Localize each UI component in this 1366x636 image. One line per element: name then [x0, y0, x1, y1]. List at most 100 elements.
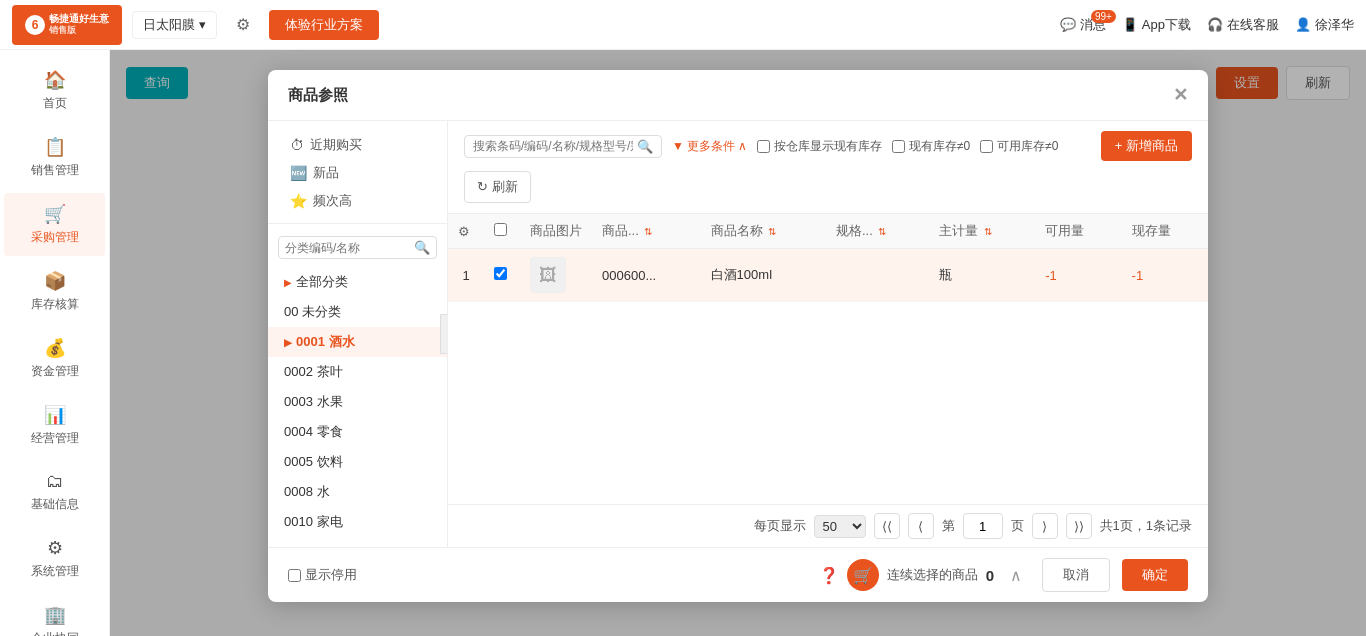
category-item-0002[interactable]: 0002 茶叶 [268, 357, 447, 387]
refresh-product-btn[interactable]: ↻ 刷新 [464, 171, 531, 203]
sidebar-item-system[interactable]: ⚙ 系统管理 [4, 527, 105, 590]
cart-label: 连续选择的商品 [887, 566, 978, 584]
page-input[interactable] [963, 513, 1003, 539]
page-size-label: 每页显示 [754, 517, 806, 535]
trial-btn[interactable]: 体验行业方案 [269, 10, 379, 40]
dropdown-label: 日太阳膜 [143, 16, 195, 34]
page-next-btn[interactable]: ⟩ [1032, 513, 1058, 539]
business-icon: 📊 [44, 404, 66, 426]
expand-up-icon[interactable]: ∧ [1002, 561, 1030, 589]
chevron-down-icon: ▾ [199, 17, 206, 32]
category-item-all[interactable]: ▶ 全部分类 [268, 267, 447, 297]
category-item-0005[interactable]: 0005 饮料 [268, 447, 447, 477]
sidebar-item-basic[interactable]: 🗂 基础信息 [4, 461, 105, 523]
sidebar-item-home[interactable]: 🏠 首页 [4, 59, 105, 122]
sidebar-item-enterprise[interactable]: 🏢 企业协同 [4, 594, 105, 636]
message-icon: 💬 [1060, 17, 1076, 32]
th-spec[interactable]: 规格... ⇅ [826, 214, 929, 249]
cancel-btn[interactable]: 取消 [1042, 558, 1110, 592]
filter-more-btn[interactable]: ▼ 更多条件 ∧ [672, 138, 747, 155]
cell-stock: -1 [1122, 249, 1208, 302]
sidebar-item-finance[interactable]: 💰 资金管理 [4, 327, 105, 390]
checkbox-by-warehouse-label: 按仓库显示现有库存 [774, 138, 882, 155]
confirm-btn[interactable]: 确定 [1122, 559, 1188, 591]
app-label: App下载 [1142, 16, 1191, 34]
checkbox-stock-nonzero-wrap[interactable]: 现有库存≠0 [892, 138, 970, 155]
category-item-0001[interactable]: ▶ 0001 酒水 [268, 327, 447, 357]
category-search-input[interactable] [285, 241, 410, 255]
nav-dropdown[interactable]: 日太阳膜 ▾ [132, 11, 217, 39]
left-divider [268, 223, 447, 224]
filter-icon: ▼ [672, 139, 684, 153]
topnav: 6 畅捷通好生意 销售版 日太阳膜 ▾ ⚙ 体验行业方案 💬 消息 99+ 📱 … [0, 0, 1366, 50]
modal-close-btn[interactable]: ✕ [1173, 84, 1188, 106]
checkbox-usable-nonzero-wrap[interactable]: 可用库存≠0 [980, 138, 1058, 155]
search-submit-icon[interactable]: 🔍 [637, 139, 653, 154]
sort-spec-icon: ⇅ [878, 226, 886, 237]
product-search-input[interactable] [473, 139, 633, 153]
checkbox-by-warehouse-wrap[interactable]: 按仓库显示现有库存 [757, 138, 882, 155]
category-label-0008: 0008 水 [284, 483, 330, 501]
product-search-wrap: 🔍 [464, 135, 662, 158]
checkbox-usable-nonzero[interactable] [980, 140, 993, 153]
show-disabled-wrap[interactable]: 显示停用 [288, 566, 357, 584]
select-all-checkbox[interactable] [494, 223, 507, 236]
sidebar-label-sales: 销售管理 [31, 162, 79, 179]
page-prev-btn[interactable]: ⟨ [908, 513, 934, 539]
category-item-0008[interactable]: 0008 水 [268, 477, 447, 507]
star-icon: ⭐ [290, 193, 307, 209]
sidebar-item-inventory[interactable]: 📦 库存核算 [4, 260, 105, 323]
category-item-0003[interactable]: 0003 水果 [268, 387, 447, 417]
table-row[interactable]: 1 🖼 [448, 249, 1208, 302]
cart-icon-btn[interactable]: 🛒 [847, 559, 879, 591]
sidebar-label-enterprise: 企业协同 [31, 630, 79, 636]
category-list: ▶ 全部分类 00 未分类 ▶ 0001 酒水 0002 茶 [268, 267, 447, 537]
th-usable-label: 可用量 [1045, 223, 1084, 238]
cell-spec [826, 249, 929, 302]
checkbox-by-warehouse[interactable] [757, 140, 770, 153]
category-label-0002: 0002 茶叶 [284, 363, 343, 381]
show-disabled-checkbox[interactable] [288, 569, 301, 582]
checkbox-stock-nonzero[interactable] [892, 140, 905, 153]
system-icon: ⚙ [47, 537, 63, 559]
category-item-0004[interactable]: 0004 零食 [268, 417, 447, 447]
cell-num: 1 [448, 249, 484, 302]
collapse-left-panel-btn[interactable]: 《 [440, 314, 448, 354]
nav-user[interactable]: 👤 徐泽华 [1295, 16, 1354, 34]
th-spec-label: 规格... [836, 223, 873, 238]
sidebar-label-basic: 基础信息 [31, 496, 79, 513]
page-last-btn[interactable]: ⟩⟩ [1066, 513, 1092, 539]
page-first-btn[interactable]: ⟨⟨ [874, 513, 900, 539]
category-label-0004: 0004 零食 [284, 423, 343, 441]
sort-code-icon: ⇅ [644, 226, 652, 237]
sidebar-item-purchase[interactable]: 🛒 采购管理 [4, 193, 105, 256]
enterprise-icon: 🏢 [44, 604, 66, 626]
nav-app-download[interactable]: 📱 App下载 [1122, 16, 1191, 34]
nav-service[interactable]: 🎧 在线客服 [1207, 16, 1279, 34]
sidebar-item-sales[interactable]: 📋 销售管理 [4, 126, 105, 189]
basic-icon: 🗂 [46, 471, 64, 492]
sidebar-label-inventory: 库存核算 [31, 296, 79, 313]
product-table-wrap: ⚙ 商品图片 [448, 214, 1208, 504]
settings-icon[interactable]: ⚙ [458, 224, 470, 239]
quick-link-frequent[interactable]: ⭐ 频次高 [274, 188, 441, 214]
category-item-00[interactable]: 00 未分类 [268, 297, 447, 327]
quick-link-new[interactable]: 🆕 新品 [274, 160, 441, 186]
category-item-0010[interactable]: 0010 家电 [268, 507, 447, 537]
th-unit[interactable]: 主计量 ⇅ [929, 214, 1035, 249]
add-product-btn[interactable]: + 新增商品 [1101, 131, 1192, 161]
sales-icon: 📋 [44, 136, 66, 158]
th-code-label: 商品... [602, 223, 639, 238]
nav-messages[interactable]: 💬 消息 99+ [1060, 16, 1106, 34]
nav-right: 💬 消息 99+ 📱 App下载 🎧 在线客服 👤 徐泽华 [1060, 16, 1354, 34]
nav-gear-icon[interactable]: ⚙ [227, 9, 259, 41]
sidebar-item-business[interactable]: 📊 经营管理 [4, 394, 105, 457]
msg-badge: 99+ [1091, 10, 1116, 23]
row-checkbox[interactable] [494, 267, 507, 280]
th-name[interactable]: 商品名称 ⇅ [701, 214, 826, 249]
quick-link-recent[interactable]: ⏱ 近期购买 [274, 132, 441, 158]
total-info: 共1页，1条记录 [1100, 517, 1192, 535]
th-code[interactable]: 商品... ⇅ [592, 214, 701, 249]
help-icon[interactable]: ❓ [819, 566, 839, 585]
page-size-select[interactable]: 10 20 50 100 [814, 515, 866, 538]
